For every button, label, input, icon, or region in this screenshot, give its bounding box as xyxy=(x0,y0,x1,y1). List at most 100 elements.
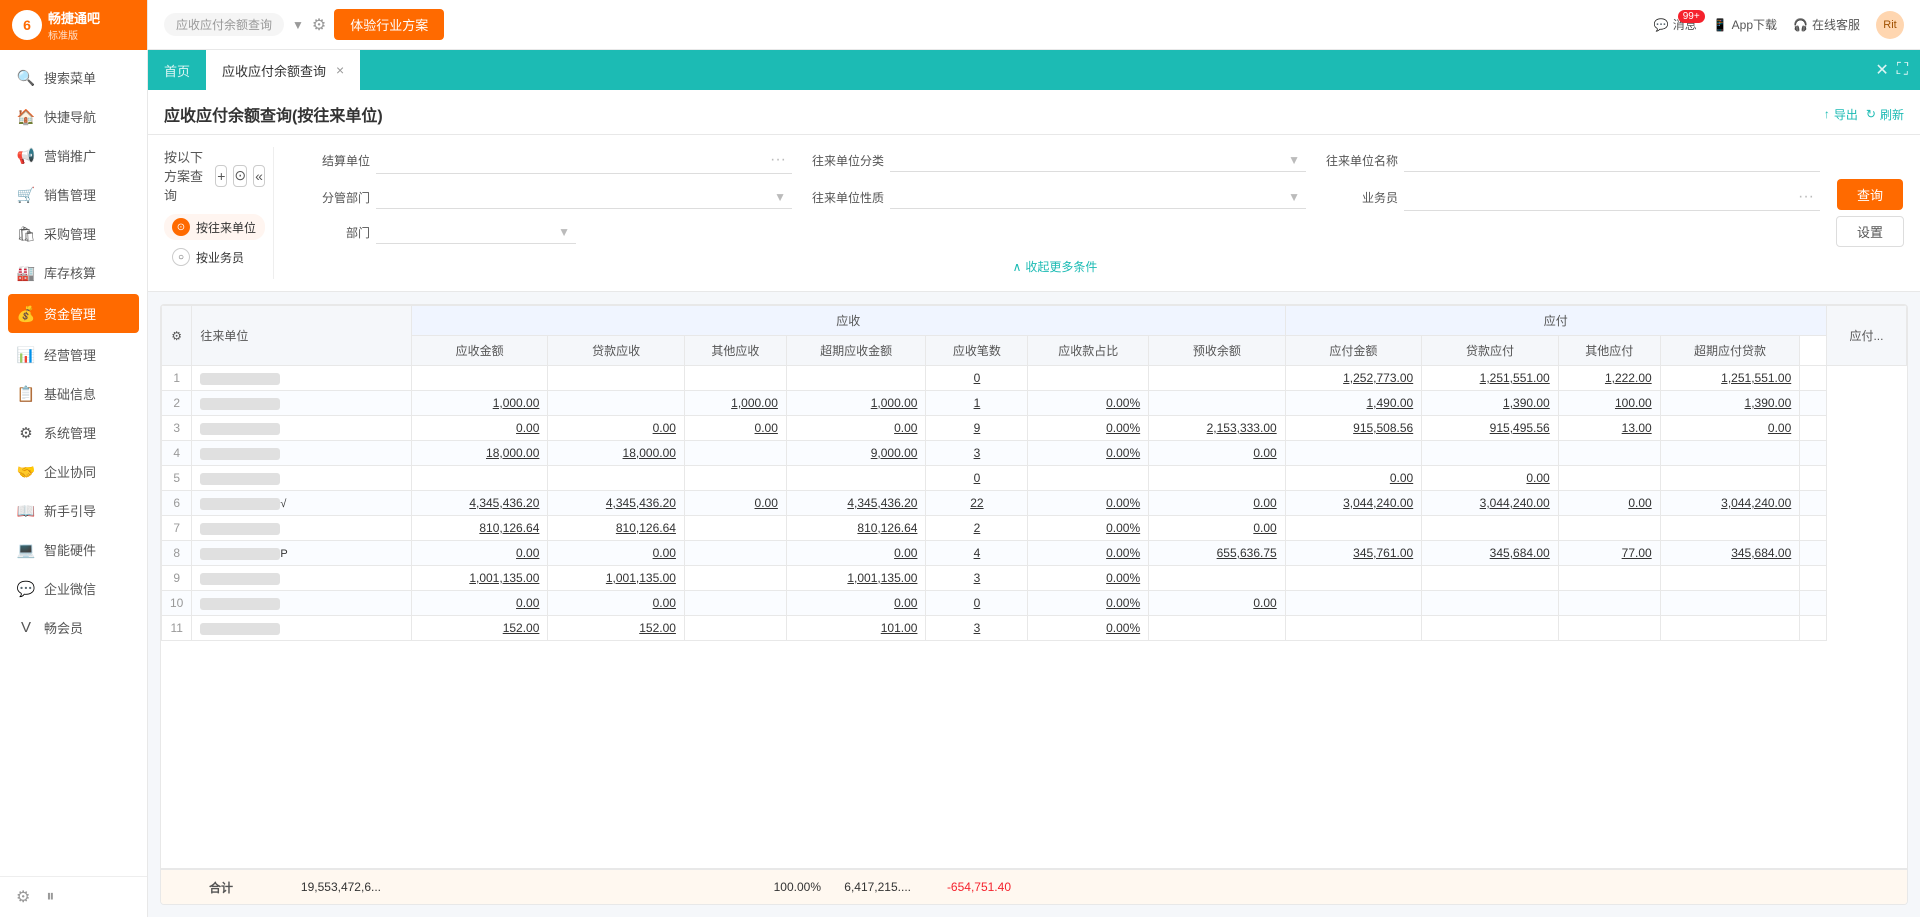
ar-loan-link[interactable]: 0.00 xyxy=(653,421,676,435)
sidebar-item-search[interactable]: 🔍搜索菜单 xyxy=(0,58,147,97)
export-button[interactable]: ↑ 导出 xyxy=(1824,106,1858,123)
ar-count-link[interactable]: 4 xyxy=(974,546,981,560)
refresh-button[interactable]: ↻ 刷新 xyxy=(1866,106,1904,123)
sidebar-item-operations[interactable]: 📊经营管理 xyxy=(0,335,147,374)
ap-amount-link[interactable]: 3,044,240.00 xyxy=(1343,496,1413,510)
ap-other-link[interactable]: 1,222.00 xyxy=(1605,371,1652,385)
sidebar-item-purchase[interactable]: 🛍采购管理 xyxy=(0,214,147,253)
unit-name-input[interactable] xyxy=(1404,149,1820,172)
ar-count-link[interactable]: 3 xyxy=(974,621,981,635)
ar-prepaid-link[interactable]: 0.00 xyxy=(1253,446,1276,460)
sidebar-item-finance[interactable]: 💰资金管理 xyxy=(8,294,139,333)
ar-count-link[interactable]: 0 xyxy=(974,471,981,485)
ar-ratio-link[interactable]: 0.00% xyxy=(1106,421,1140,435)
settlement-unit-dots[interactable]: ··· xyxy=(770,151,786,169)
ar-overdue-link[interactable]: 101.00 xyxy=(881,621,918,635)
ar-loan-link[interactable]: 1,001,135.00 xyxy=(606,571,676,585)
ar-prepaid-link[interactable]: 0.00 xyxy=(1253,496,1276,510)
ap-amount-link[interactable]: 915,508.56 xyxy=(1353,421,1413,435)
ar-overdue-link[interactable]: 0.00 xyxy=(894,596,917,610)
user-avatar[interactable]: Rit xyxy=(1876,11,1904,39)
ar-loan-link[interactable]: 0.00 xyxy=(653,546,676,560)
ar-count-link[interactable]: 22 xyxy=(970,496,983,510)
sidebar-item-hardware[interactable]: 💻智能硬件 xyxy=(0,530,147,569)
ar-count-link[interactable]: 3 xyxy=(974,446,981,460)
sidebar-item-quick[interactable]: 🏠快捷导航 xyxy=(0,97,147,136)
sidebar-item-vip[interactable]: V畅会员 xyxy=(0,608,147,647)
sidebar-item-guide[interactable]: 📖新手引导 xyxy=(0,491,147,530)
ap-other-link[interactable]: 100.00 xyxy=(1615,396,1652,410)
ar-overdue-link[interactable]: 0.00 xyxy=(894,546,917,560)
ar-ratio-link[interactable]: 0.00% xyxy=(1106,596,1140,610)
ar-overdue-link[interactable]: 1,001,135.00 xyxy=(847,571,917,585)
ar-ratio-link[interactable]: 0.00% xyxy=(1106,571,1140,585)
unit-nature-arrow[interactable]: ▼ xyxy=(1288,190,1300,204)
department-arrow[interactable]: ▼ xyxy=(558,225,570,239)
ar-count-link[interactable]: 2 xyxy=(974,521,981,535)
ar-count-link[interactable]: 0 xyxy=(974,596,981,610)
topbar-cta-button[interactable]: 体验行业方案 xyxy=(334,9,444,40)
close-window-icon[interactable]: ✕ xyxy=(1875,60,1888,80)
ap-loan-link[interactable]: 3,044,240.00 xyxy=(1480,496,1550,510)
ap-loan-link[interactable]: 1,251,551.00 xyxy=(1480,371,1550,385)
department-input[interactable]: ▼ xyxy=(376,221,576,244)
ar-prepaid-link[interactable]: 0.00 xyxy=(1253,596,1276,610)
ap-other-link[interactable]: 0.00 xyxy=(1628,496,1651,510)
ar-amount-link[interactable]: 152.00 xyxy=(503,621,540,635)
scheme-settings-button[interactable]: ⊙ xyxy=(233,165,247,187)
ar-amount-link[interactable]: 810,126.64 xyxy=(479,521,539,535)
ar-ratio-link[interactable]: 0.00% xyxy=(1106,446,1140,460)
ar-overdue-link[interactable]: 1,000.00 xyxy=(871,396,918,410)
tab-home[interactable]: 首页 xyxy=(148,50,206,90)
sidebar-item-basic[interactable]: 📋基础信息 xyxy=(0,374,147,413)
ar-overdue-link[interactable]: 4,345,436.20 xyxy=(847,496,917,510)
ap-amount-link[interactable]: 0.00 xyxy=(1390,471,1413,485)
settlement-unit-input[interactable]: ··· xyxy=(376,147,792,174)
ar-amount-link[interactable]: 0.00 xyxy=(516,421,539,435)
unit-nature-input[interactable]: ▼ xyxy=(890,186,1306,209)
ar-overdue-link[interactable]: 810,126.64 xyxy=(857,521,917,535)
ar-count-link[interactable]: 9 xyxy=(974,421,981,435)
ar-overdue-link[interactable]: 0.00 xyxy=(894,421,917,435)
ar-ratio-link[interactable]: 0.00% xyxy=(1106,396,1140,410)
sidebar-item-wechat[interactable]: 💬企业微信 xyxy=(0,569,147,608)
query-button[interactable]: 查询 xyxy=(1837,179,1903,210)
online-service-button[interactable]: 🎧 在线客服 xyxy=(1793,16,1860,33)
topbar-gear-icon[interactable]: ⚙ xyxy=(312,15,326,35)
ar-other-link[interactable]: 0.00 xyxy=(755,421,778,435)
ar-count-link[interactable]: 0 xyxy=(974,371,981,385)
ar-amount-link[interactable]: 1,001,135.00 xyxy=(469,571,539,585)
ap-overdue-link[interactable]: 3,044,240.00 xyxy=(1721,496,1791,510)
tab-close-ar_ap[interactable]: × xyxy=(336,62,344,78)
sidebar-item-collab[interactable]: 🤝企业协同 xyxy=(0,452,147,491)
app-download-button[interactable]: 📱 App下载 xyxy=(1713,16,1777,33)
ap-loan-link[interactable]: 1,390.00 xyxy=(1503,396,1550,410)
add-scheme-button[interactable]: + xyxy=(215,165,227,187)
ap-overdue-link[interactable]: 345,684.00 xyxy=(1731,546,1791,560)
sidebar-item-marketing[interactable]: 📢营销推广 xyxy=(0,136,147,175)
ar-prepaid-link[interactable]: 2,153,333.00 xyxy=(1207,421,1277,435)
ar-loan-link[interactable]: 152.00 xyxy=(639,621,676,635)
dept-manage-arrow[interactable]: ▼ xyxy=(774,190,786,204)
set-button[interactable]: 设置 xyxy=(1836,216,1904,247)
tab-ar_ap[interactable]: 应收应付余额查询× xyxy=(206,50,360,90)
ar-ratio-link[interactable]: 0.00% xyxy=(1106,496,1140,510)
sidebar-item-inventory[interactable]: 🏭库存核算 xyxy=(0,253,147,292)
th-settings[interactable]: ⚙ xyxy=(162,306,192,366)
ap-other-link[interactable]: 13.00 xyxy=(1622,421,1652,435)
salesperson-input[interactable]: ··· xyxy=(1404,184,1820,211)
ap-loan-link[interactable]: 345,684.00 xyxy=(1490,546,1550,560)
scheme-by-salesperson[interactable]: ○ 按业务员 xyxy=(164,244,265,270)
message-button[interactable]: 💬 消息 99+ xyxy=(1654,16,1697,33)
sidebar-item-system[interactable]: ⚙系统管理 xyxy=(0,413,147,452)
expand-icon[interactable]: ⛶ xyxy=(1897,61,1908,79)
ar-count-link[interactable]: 3 xyxy=(974,571,981,585)
ar-prepaid-link[interactable]: 0.00 xyxy=(1253,521,1276,535)
ar-prepaid-link[interactable]: 655,636.75 xyxy=(1217,546,1277,560)
collapse-more-button[interactable]: ∧ 收起更多条件 xyxy=(1005,254,1106,279)
ar-amount-link[interactable]: 0.00 xyxy=(516,546,539,560)
ap-overdue-link[interactable]: 1,390.00 xyxy=(1745,396,1792,410)
ar-loan-link[interactable]: 810,126.64 xyxy=(616,521,676,535)
scheme-by-unit[interactable]: ⊙ 按往来单位 xyxy=(164,214,265,240)
ap-other-link[interactable]: 77.00 xyxy=(1622,546,1652,560)
